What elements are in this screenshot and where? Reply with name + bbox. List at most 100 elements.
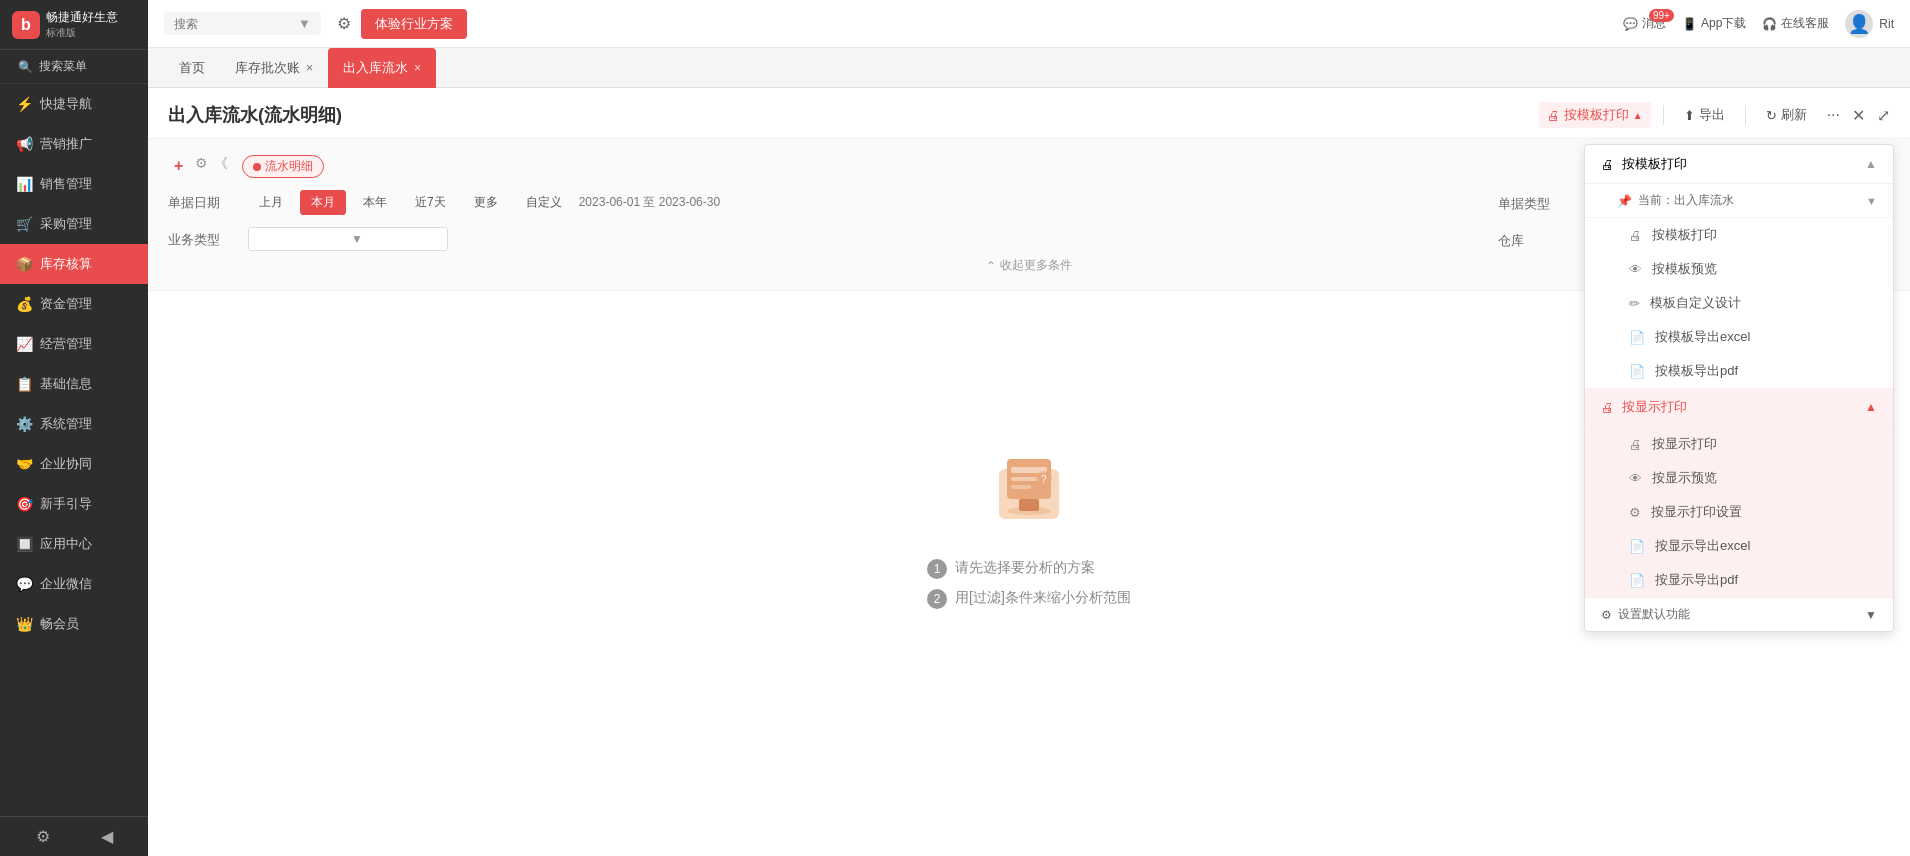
collapse-footer-icon[interactable]: ◀ xyxy=(101,827,113,846)
empty-step-2: 2 用[过滤]条件来缩小分析范围 xyxy=(927,589,1131,609)
display-print-settings-item[interactable]: ⚙ 按显示打印设置 xyxy=(1585,495,1893,529)
app-center-label: 应用中心 xyxy=(40,535,92,553)
avatar[interactable]: 👤 xyxy=(1845,10,1873,38)
collab-label: 企业协同 xyxy=(40,455,92,473)
topbar-search-input[interactable] xyxy=(174,17,294,31)
sidebar-search[interactable]: 🔍 搜索菜单 xyxy=(0,50,148,84)
sidebar-item-marketing[interactable]: 📢营销推广 xyxy=(0,124,148,164)
tab-batch-account[interactable]: 库存批次账 × xyxy=(220,48,328,88)
message-btn[interactable]: 💬 消息 99+ xyxy=(1623,15,1666,32)
sidebar-item-inventory[interactable]: 📦库存核算 xyxy=(0,244,148,284)
marketing-label: 营销推广 xyxy=(40,135,92,153)
display-print-item[interactable]: 🖨 按显示打印 xyxy=(1585,427,1893,461)
template-print-title: 🖨 按模板打印 xyxy=(1601,155,1687,173)
sidebar-item-basic-info[interactable]: 📋基础信息 xyxy=(0,364,148,404)
app-download-btn[interactable]: 📱 App下载 xyxy=(1682,15,1746,32)
page-header: 出入库流水(流水明细) 🖨 按模板打印 ▲ ⬆ 导出 ↻ 刷新 ··· xyxy=(148,88,1910,139)
sidebar-item-enterprise-wechat[interactable]: 💬企业微信 xyxy=(0,564,148,604)
settings-footer-icon[interactable]: ⚙ xyxy=(36,827,50,846)
expand-icon[interactable]: ⤢ xyxy=(1877,106,1890,125)
sidebar-item-guide[interactable]: 🎯新手引导 xyxy=(0,484,148,524)
sidebar-item-finance[interactable]: 💰资金管理 xyxy=(0,284,148,324)
flow-detail-tag[interactable]: 流水明细 xyxy=(242,155,324,178)
date-7days[interactable]: 近7天 xyxy=(404,190,457,215)
date-this-year[interactable]: 本年 xyxy=(352,190,398,215)
topbar: ▼ ⚙ 体验行业方案 💬 消息 99+ 📱 App下载 🎧 在线客服 👤 Rit xyxy=(148,0,1910,48)
export-icon: ⬆ xyxy=(1684,108,1695,123)
svg-rect-4 xyxy=(1011,485,1031,489)
refresh-label: 刷新 xyxy=(1781,106,1807,124)
online-service-btn[interactable]: 🎧 在线客服 xyxy=(1762,15,1829,32)
template-excel-item[interactable]: 📄 按模板导出excel xyxy=(1585,320,1893,354)
sidebar-item-member[interactable]: 👑畅会员 xyxy=(0,604,148,644)
template-preview-item-label: 按模板预览 xyxy=(1652,260,1717,278)
refresh-btn[interactable]: ↻ 刷新 xyxy=(1758,102,1815,128)
finance-icon: 💰 xyxy=(16,296,32,312)
basic-info-icon: 📋 xyxy=(16,376,32,392)
topbar-search-box[interactable]: ▼ xyxy=(164,12,321,35)
tab-close-flow[interactable]: × xyxy=(414,61,421,75)
business-type-select[interactable]: ▼ xyxy=(248,227,448,251)
dropdown-footer[interactable]: ⚙ 设置默认功能 ▼ xyxy=(1585,597,1893,631)
sidebar-item-app-center[interactable]: 🔲应用中心 xyxy=(0,524,148,564)
display-pdf-item[interactable]: 📄 按显示导出pdf xyxy=(1585,563,1893,597)
current-template-row[interactable]: 📌 当前：出入库流水 ▼ xyxy=(1585,184,1893,218)
sidebar-item-purchase[interactable]: 🛒采购管理 xyxy=(0,204,148,244)
template-design-item[interactable]: ✏ 模板自定义设计 xyxy=(1585,286,1893,320)
template-print-item[interactable]: 🖨 按模板打印 xyxy=(1585,218,1893,252)
sidebar-item-quick-nav[interactable]: ⚡快捷导航 xyxy=(0,84,148,124)
tab-home[interactable]: 首页 xyxy=(164,48,220,88)
sidebar-item-system[interactable]: ⚙️系统管理 xyxy=(0,404,148,444)
page-actions: 🖨 按模板打印 ▲ ⬆ 导出 ↻ 刷新 ··· ✕ ⤢ xyxy=(1539,102,1890,128)
sales-label: 销售管理 xyxy=(40,175,92,193)
export-btn[interactable]: ⬆ 导出 xyxy=(1676,102,1733,128)
close-icon[interactable]: ✕ xyxy=(1852,106,1865,125)
date-more[interactable]: 更多 xyxy=(463,190,509,215)
sidebar-item-collab[interactable]: 🤝 企业协同 xyxy=(0,444,148,484)
sidebar-item-operation[interactable]: 📈 经营管理 xyxy=(0,324,148,364)
flow-detail-label: 流水明细 xyxy=(265,158,313,175)
tab-close-batch-account[interactable]: × xyxy=(306,61,313,75)
print-template-label: 按模板打印 xyxy=(1564,106,1629,124)
template-section-chevron: ▲ xyxy=(1865,157,1877,171)
action-divider2 xyxy=(1745,105,1746,125)
step-num-1: 1 xyxy=(927,559,947,579)
template-print-header[interactable]: 🖨 按模板打印 ▲ xyxy=(1585,145,1893,184)
app-name: 畅捷通好生意 xyxy=(46,10,118,26)
display-print-header[interactable]: 🖨 按显示打印 ▲ xyxy=(1585,388,1893,427)
display-preview-item[interactable]: 👁 按显示预览 xyxy=(1585,461,1893,495)
sidebar-item-sales[interactable]: 📊销售管理 xyxy=(0,164,148,204)
more-icon[interactable]: ··· xyxy=(1827,106,1840,124)
template-preview-item[interactable]: 👁 按模板预览 xyxy=(1585,252,1893,286)
user-area[interactable]: 👤 Rit xyxy=(1845,10,1894,38)
display-preview-icon: 👁 xyxy=(1629,471,1642,486)
page-title: 出入库流水(流水明细) xyxy=(168,103,342,127)
topbar-gear-icon[interactable]: ⚙ xyxy=(337,14,351,33)
operation-label: 经营管理 xyxy=(40,335,92,353)
app-download-label: App下载 xyxy=(1701,15,1746,32)
display-excel-item[interactable]: 📄 按显示导出excel xyxy=(1585,529,1893,563)
date-custom[interactable]: 自定义 xyxy=(515,190,573,215)
collapse-conditions-btn[interactable]: ⌃ 收起更多条件 xyxy=(986,257,1072,274)
svg-text:?: ? xyxy=(1041,474,1047,485)
display-pdf-icon: 📄 xyxy=(1629,573,1645,588)
template-pdf-item[interactable]: 📄 按模板导出pdf xyxy=(1585,354,1893,388)
date-last-month[interactable]: 上月 xyxy=(248,190,294,215)
current-template-info: 📌 当前：出入库流水 xyxy=(1617,192,1734,209)
tab-flow[interactable]: 出入库流水 × xyxy=(328,48,436,88)
default-setting-label: 设置默认功能 xyxy=(1618,606,1690,623)
filter-collapse-btn[interactable]: 《 xyxy=(214,155,228,173)
user-name[interactable]: Rit xyxy=(1879,17,1894,31)
operation-icon: 📈 xyxy=(16,336,32,352)
inventory-label: 库存核算 xyxy=(40,255,92,273)
page-content: 出入库流水(流水明细) 🖨 按模板打印 ▲ ⬆ 导出 ↻ 刷新 ··· xyxy=(148,88,1910,856)
display-print-section: 🖨 按显示打印 ▲ 🖨 按显示打印 👁 按显示预览 ⚙ 按显示打印设置 xyxy=(1585,388,1893,597)
tabbar: 首页库存批次账 ×出入库流水 × xyxy=(148,48,1910,88)
date-this-month[interactable]: 本月 xyxy=(300,190,346,215)
filter-add-btn[interactable]: + xyxy=(168,155,189,177)
industry-btn[interactable]: 体验行业方案 xyxy=(361,9,467,39)
collab-icon: 🤝 xyxy=(16,456,32,472)
filter-settings-btn[interactable]: ⚙ xyxy=(195,155,208,171)
print-template-btn[interactable]: 🖨 按模板打印 ▲ xyxy=(1539,102,1651,128)
display-excel-item-label: 按显示导出excel xyxy=(1655,537,1750,555)
